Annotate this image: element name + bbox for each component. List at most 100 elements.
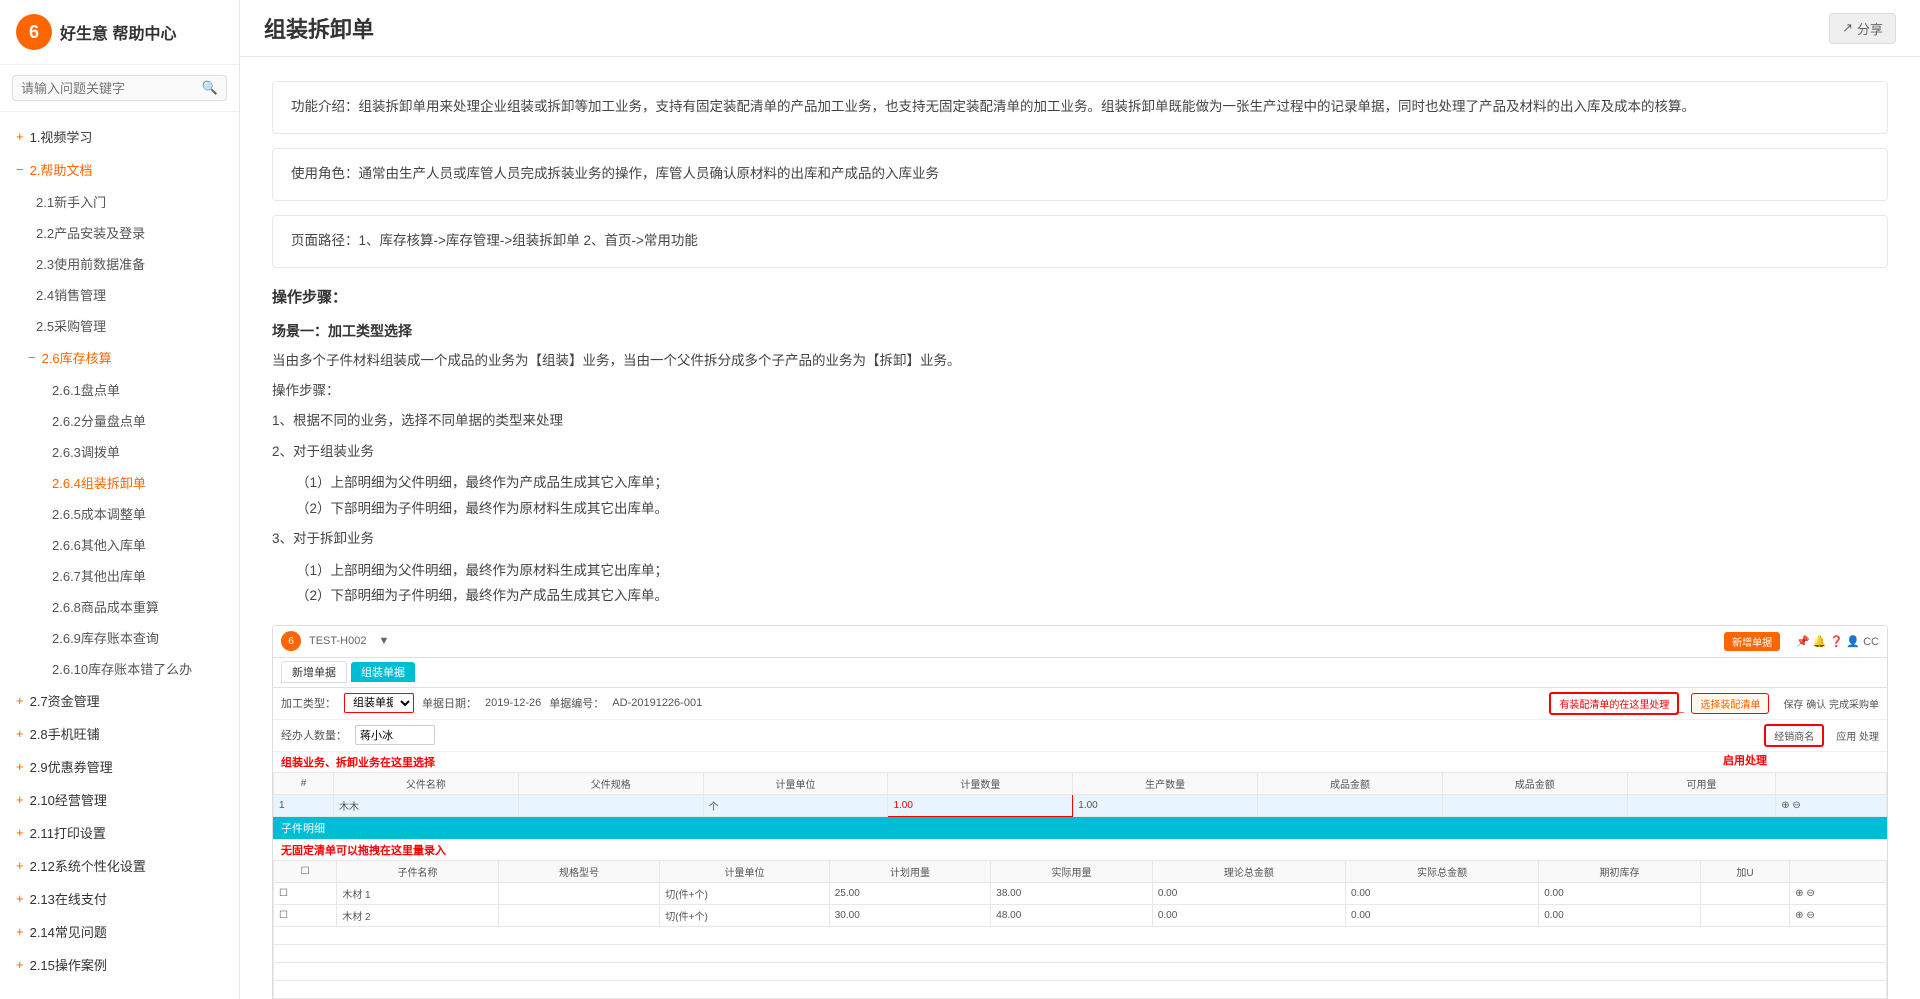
- mock-app-id: TEST-H002: [309, 635, 366, 647]
- mock-label-date: 单据日期：: [422, 695, 477, 711]
- td-empty: [274, 926, 1887, 944]
- mock-top-table-wrap: # 父件名称 父件规格 计量单位 计量数量 生产数量 成品金额 成品金额 可用量: [273, 772, 1887, 817]
- share-icon: ↗: [1842, 20, 1853, 36]
- mock-select-bom-btn[interactable]: 选择装配清单: [1691, 693, 1769, 714]
- search-area: 🔍: [0, 65, 239, 112]
- sidebar-item-label: 2.6库存核算: [42, 348, 112, 367]
- mock-new-order-btn[interactable]: 新增单据: [1724, 632, 1780, 651]
- sidebar-item-costadj[interactable]: 2.6.5成本调整单: [0, 498, 239, 529]
- td-plus: [1700, 904, 1789, 926]
- th-avail: 可用量: [1627, 772, 1776, 794]
- td-plus: [1700, 882, 1789, 904]
- td-empty: [274, 962, 1887, 980]
- share-button[interactable]: ↗ 分享: [1829, 13, 1896, 44]
- mock-section-header: 子件明细: [273, 817, 1887, 839]
- th-plan-use: 计划用量: [829, 860, 991, 882]
- mock-tab-active[interactable]: 组装单据: [351, 662, 415, 682]
- sidebar-item-stockerr[interactable]: 2.6.10库存账本错了么办: [0, 653, 239, 684]
- content-area: 功能介绍：组装拆卸单用来处理企业组装或拆卸等加工业务，支持有固定装配清单的产品加…: [240, 57, 1920, 999]
- td-amt2: [1442, 794, 1627, 816]
- th-parent-spec: 父件规格: [518, 772, 703, 794]
- scenario1-desc: 当由多个子件材料组装成一个成品的业务为【组装】业务，当由一个父件拆分成多个子产品…: [272, 349, 1888, 373]
- page-title: 组装拆卸单: [264, 12, 374, 44]
- sidebar-item-label: 2.11打印设置: [30, 823, 106, 842]
- th-ops: [1776, 772, 1887, 794]
- td-num: 1: [274, 794, 334, 816]
- sidebar-item-print[interactable]: + 2.11打印设置: [0, 816, 239, 849]
- sidebar-item-inventory[interactable]: − 2.6库存核算: [0, 341, 239, 374]
- sidebar-item-mobile[interactable]: + 2.8手机旺铺: [0, 717, 239, 750]
- sidebar-item-stockcheck[interactable]: 2.6.9库存账本查询: [0, 622, 239, 653]
- sidebar-item-faq[interactable]: + 2.14常见问题: [0, 915, 239, 948]
- sidebar-item-payment[interactable]: + 2.13在线支付: [0, 882, 239, 915]
- sidebar-item-label: 1.视频学习: [30, 127, 93, 146]
- mock-label-staff: 经办人数量：: [281, 727, 347, 743]
- sidebar-item-label: 2.7资金管理: [30, 691, 100, 710]
- step3-sub1: （1）上部明细为父件明细，最终作为原材料生成其它出库单；: [272, 558, 1888, 584]
- mock-apply-btn[interactable]: 应用 处理: [1836, 728, 1879, 743]
- sidebar-item-data[interactable]: 2.3使用前数据准备: [0, 248, 239, 279]
- sidebar-item-otherout[interactable]: 2.6.7其他出库单: [0, 560, 239, 591]
- sidebar-item-assembly[interactable]: 2.6.4组装拆卸单: [0, 467, 239, 498]
- td-prod: 1.00: [1073, 794, 1258, 816]
- td-child-name: 木材 1: [337, 882, 499, 904]
- mock-logo: 6: [281, 631, 301, 651]
- th-amount1: 成品金额: [1258, 772, 1443, 794]
- td-empty: [274, 944, 1887, 962]
- th-num: #: [274, 772, 334, 794]
- td-chk: ☐: [274, 882, 337, 904]
- path-block: 页面路径：1、库存核算->库存管理->组装拆卸单 2、首页->常用功能: [272, 215, 1888, 268]
- sidebar-item-video[interactable]: + 1.视频学习: [0, 120, 239, 153]
- sidebar-item-splitcount[interactable]: 2.6.2分量盘点单: [0, 405, 239, 436]
- sidebar-item-purchase[interactable]: 2.5采购管理: [0, 310, 239, 341]
- mock-dropdown: ▼: [378, 635, 389, 647]
- sidebar-item-stockcount[interactable]: 2.6.1盘点单: [0, 374, 239, 405]
- td-open: 0.00: [1539, 904, 1701, 926]
- search-icon: 🔍: [202, 80, 218, 96]
- sidebar-item-ops[interactable]: + 2.10经营管理: [0, 783, 239, 816]
- step2-sub2: （2）下部明细为子件明细，最终作为原材料生成其它出库单。: [272, 496, 1888, 522]
- sidebar-item-costcalc[interactable]: 2.6.8商品成本重算: [0, 591, 239, 622]
- sidebar-item-docs[interactable]: − 2.帮助文档: [0, 153, 239, 186]
- mock-label-no: 单据编号：: [549, 695, 604, 711]
- mock-icons-area: 📌 🔔 ❓ 👤 CC: [1796, 635, 1879, 648]
- role-text: 使用角色：通常由生产人员或库管人员完成拆装业务的操作，库管人员确认原材料的出库和…: [291, 166, 939, 181]
- th-qty: 计量数量: [888, 772, 1073, 794]
- steps-intro: 操作步骤：: [272, 379, 1888, 403]
- th-child-name: 子件名称: [337, 860, 499, 882]
- mock-tab-new[interactable]: 新增单据: [281, 661, 347, 683]
- sidebar-item-adjust[interactable]: 2.6.3调拨单: [0, 436, 239, 467]
- td-plan-qty: 25.00: [829, 882, 991, 904]
- sidebar-item-cases[interactable]: + 2.15操作案例: [0, 948, 239, 981]
- td-ops: ⊕ ⊖: [1790, 904, 1887, 926]
- search-input[interactable]: [21, 81, 202, 96]
- sidebar-item-otherin[interactable]: 2.6.6其他入库单: [0, 529, 239, 560]
- share-label: 分享: [1857, 19, 1883, 38]
- expand-icon: +: [16, 792, 24, 807]
- sidebar-item-label: 2.帮助文档: [30, 160, 93, 179]
- sidebar-item-sysconfig[interactable]: + 2.12系统个性化设置: [0, 849, 239, 882]
- td-child-name: 木材 2: [337, 904, 499, 926]
- td-action: ⊕ ⊖: [1776, 794, 1887, 816]
- mock-annotation-area: 组装业务、拆卸业务在这里选择 启用处理: [273, 752, 1887, 772]
- sidebar-item-newbie[interactable]: 2.1新手入门: [0, 186, 239, 217]
- mock-type-select[interactable]: 组装单据: [344, 693, 414, 713]
- table-row: [274, 926, 1887, 944]
- search-box[interactable]: 🔍: [12, 75, 227, 101]
- sidebar-item-coupon[interactable]: + 2.9优惠券管理: [0, 750, 239, 783]
- collapse-icon: −: [16, 162, 24, 177]
- td-theory: 0.00: [1152, 882, 1345, 904]
- expand-icon: +: [16, 924, 24, 939]
- sidebar-item-label: 2.12系统个性化设置: [30, 856, 146, 875]
- td-chk: ☐: [274, 904, 337, 926]
- th-unit: 计量单位: [703, 772, 888, 794]
- scenario1-title: 场景一：加工类型选择: [272, 321, 1888, 341]
- td-actual: 0.00: [1346, 904, 1539, 926]
- sidebar-item-sales[interactable]: 2.4销售管理: [0, 279, 239, 310]
- mock-staff-input[interactable]: [355, 725, 435, 745]
- th-actual-use: 实际用量: [991, 860, 1153, 882]
- sidebar-item-capital[interactable]: + 2.7资金管理: [0, 684, 239, 717]
- th-parent-name: 父件名称: [334, 772, 519, 794]
- sidebar-item-install[interactable]: 2.2产品安装及登录: [0, 217, 239, 248]
- table-row: 1 木木 个 1.00 1.00 ⊕ ⊖: [274, 794, 1887, 816]
